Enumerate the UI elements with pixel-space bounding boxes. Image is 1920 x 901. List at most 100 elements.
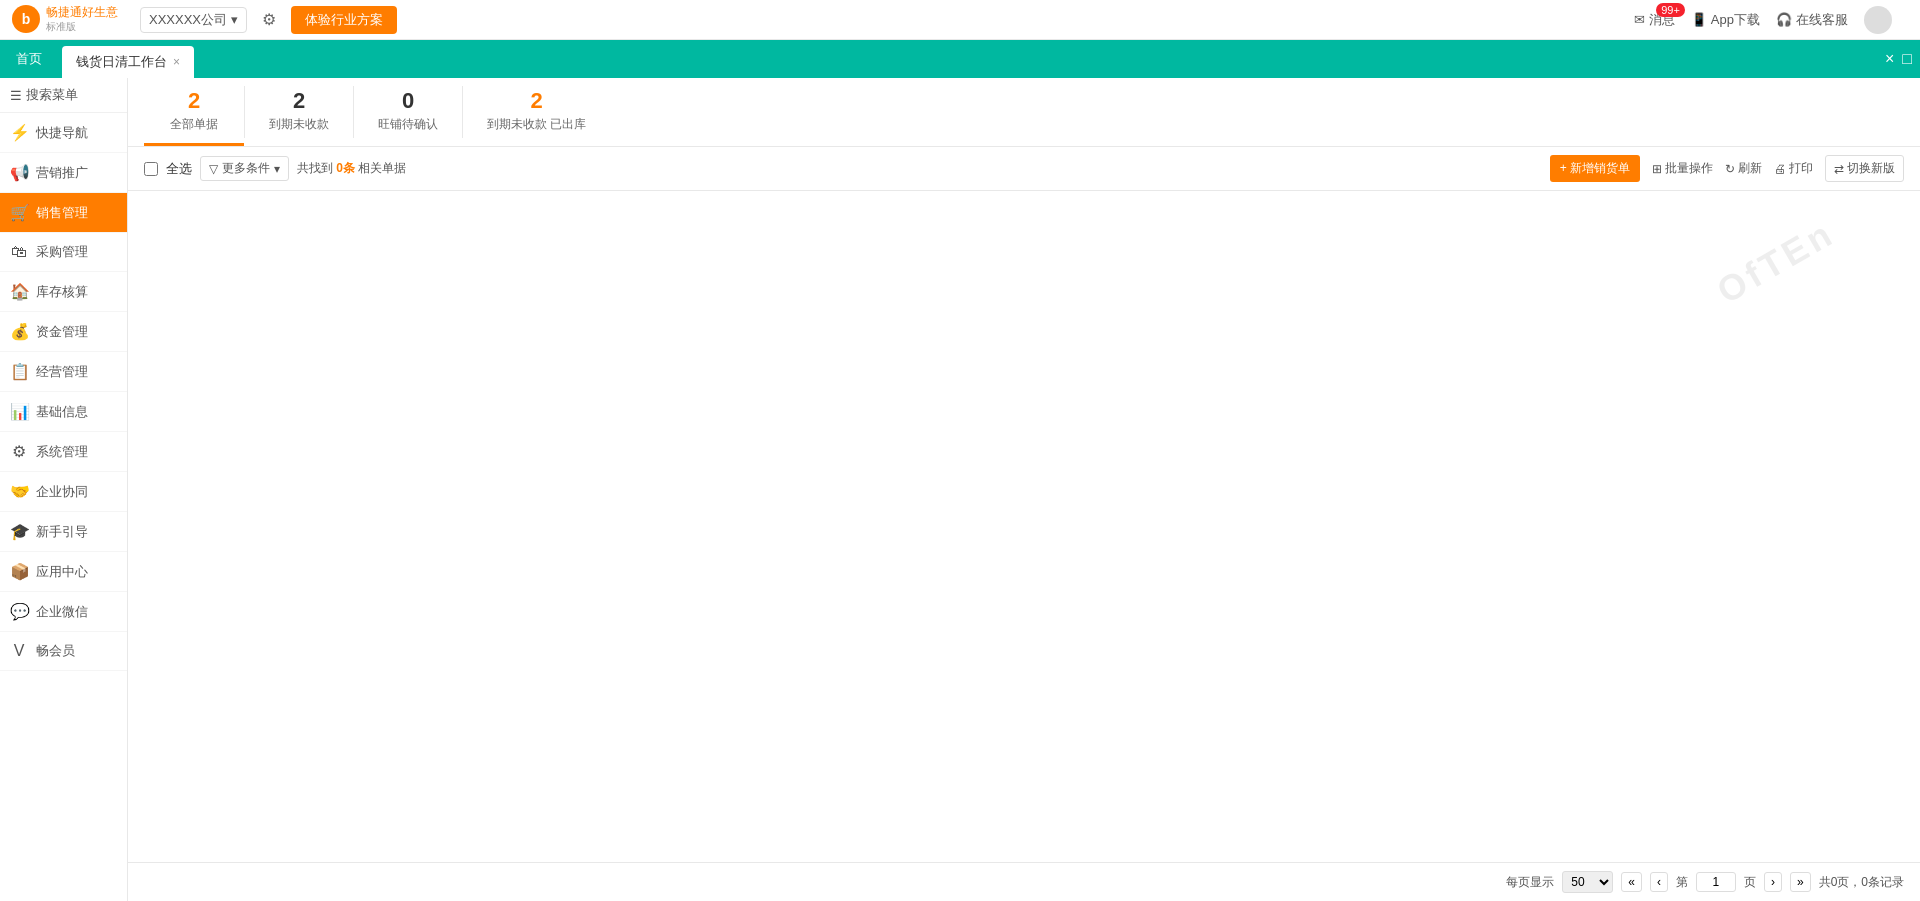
sales-label: 销售管理: [36, 204, 88, 222]
top-header: b 畅捷通好生意 标准版 XXXXXX公司 ▾ ⚙ 体验行业方案 ✉ 消息 99…: [0, 0, 1920, 40]
sidebar-item-purchase[interactable]: 🛍 采购管理: [0, 233, 127, 272]
sys-mgmt-icon: ⚙: [10, 442, 28, 461]
sidebar-item-sales[interactable]: 🛒 销售管理: [0, 193, 127, 233]
first-page-button[interactable]: «: [1621, 872, 1642, 892]
stat-label-overdue: 到期未收款: [269, 116, 329, 133]
tab-qianghuo[interactable]: 钱货日清工作台 ×: [62, 46, 194, 78]
sidebar-item-enterprise[interactable]: 🤝 企业协同: [0, 472, 127, 512]
service-icon: 🎧: [1776, 12, 1792, 27]
sidebar-item-wechat[interactable]: 💬 企业微信: [0, 592, 127, 632]
message-btn[interactable]: ✉ 消息 99+: [1634, 11, 1675, 29]
content-area: 2 全部单据 2 到期未收款 0 旺铺待确认 2 到期未收款 已出库 全选 ▽ …: [128, 78, 1920, 901]
marketing-icon: 📢: [10, 163, 28, 182]
wechat-icon: 💬: [10, 602, 28, 621]
batch-label: 批量操作: [1665, 160, 1713, 177]
sidebar-item-member[interactable]: V 畅会员: [0, 632, 127, 671]
finance-label: 资金管理: [36, 323, 88, 341]
window-close-btn[interactable]: ×: [1885, 50, 1894, 68]
sys-mgmt-label: 系统管理: [36, 443, 88, 461]
found-suffix: 相关单据: [358, 161, 406, 175]
avatar[interactable]: [1864, 6, 1892, 34]
sidebar-item-base-info[interactable]: 📊 基础信息: [0, 392, 127, 432]
company-name: XXXXXX公司: [149, 11, 227, 29]
operations-icon: 📋: [10, 362, 28, 381]
last-page-button[interactable]: »: [1790, 872, 1811, 892]
app-center-icon: 📦: [10, 562, 28, 581]
found-prefix: 共找到: [297, 161, 333, 175]
stat-tab-overdue[interactable]: 2 到期未收款: [245, 78, 353, 146]
current-page-input[interactable]: [1696, 872, 1736, 892]
switch-version-button[interactable]: ⇄ 切换新版: [1825, 155, 1904, 182]
refresh-icon: ↻: [1725, 162, 1735, 176]
app-icon: 📱: [1691, 12, 1707, 27]
app-center-label: 应用中心: [36, 563, 88, 581]
stat-label-pending: 旺铺待确认: [378, 116, 438, 133]
filter-label: 更多条件: [222, 160, 270, 177]
batch-operation-button[interactable]: ⊞ 批量操作: [1652, 160, 1713, 177]
purchase-label: 采购管理: [36, 243, 88, 261]
base-info-icon: 📊: [10, 402, 28, 421]
window-max-btn[interactable]: □: [1902, 50, 1912, 68]
batch-icon: ⊞: [1652, 162, 1662, 176]
total-records: 共0页，0条记录: [1819, 874, 1904, 891]
prev-page-button[interactable]: ‹: [1650, 872, 1668, 892]
base-info-label: 基础信息: [36, 403, 88, 421]
stat-tab-pending[interactable]: 0 旺铺待确认: [354, 78, 462, 146]
tab-close-icon[interactable]: ×: [173, 55, 180, 69]
header-right: ✉ 消息 99+ 📱 App下载 🎧 在线客服: [1634, 6, 1908, 34]
message-badge: 99+: [1656, 3, 1685, 17]
sidebar-item-finance[interactable]: 💰 资金管理: [0, 312, 127, 352]
sidebar-search[interactable]: ☰ 搜索菜单: [0, 78, 127, 113]
filter-icon: ▽: [209, 162, 218, 176]
print-icon: 🖨: [1774, 162, 1786, 176]
online-service-btn[interactable]: 🎧 在线客服: [1776, 11, 1848, 29]
app-download-btn[interactable]: 📱 App下载: [1691, 11, 1760, 29]
sidebar-item-app-center[interactable]: 📦 应用中心: [0, 552, 127, 592]
add-sales-order-button[interactable]: + 新增销货单: [1550, 155, 1640, 182]
stat-tab-all[interactable]: 2 全部单据: [144, 78, 244, 146]
sidebar: ☰ 搜索菜单 ⚡ 快捷导航 📢 营销推广 🛒 销售管理 🛍 采购管理 🏠 库存核…: [0, 78, 128, 901]
sidebar-item-operations[interactable]: 📋 经营管理: [0, 352, 127, 392]
stat-tab-overdue-shipped[interactable]: 2 到期未收款 已出库: [463, 78, 610, 146]
toolbar-right: + 新增销货单 ⊞ 批量操作 ↻ 刷新 🖨 打印 ⇄ 切换新版: [1550, 155, 1904, 182]
next-page-button[interactable]: ›: [1764, 872, 1782, 892]
main-layout: ☰ 搜索菜单 ⚡ 快捷导航 📢 营销推广 🛒 销售管理 🛍 采购管理 🏠 库存核…: [0, 78, 1920, 901]
page-label: 页: [1744, 874, 1756, 891]
member-label: 畅会员: [36, 642, 75, 660]
filter-chevron-icon: ▾: [274, 162, 280, 176]
operations-label: 经营管理: [36, 363, 88, 381]
toolbar-left: 全选 ▽ 更多条件 ▾ 共找到 0条 相关单据: [144, 156, 1538, 181]
settings-icon[interactable]: ⚙: [255, 6, 283, 34]
trial-button[interactable]: 体验行业方案: [291, 6, 397, 34]
tab-actions: × □: [1885, 50, 1920, 68]
stat-num-all: 2: [188, 88, 200, 114]
print-button[interactable]: 🖨 打印: [1774, 160, 1813, 177]
purchase-icon: 🛍: [10, 243, 28, 261]
stat-num-overdue-shipped: 2: [531, 88, 543, 114]
sidebar-item-quick-nav[interactable]: ⚡ 快捷导航: [0, 113, 127, 153]
company-selector[interactable]: XXXXXX公司 ▾: [140, 7, 247, 33]
pagination: 每页显示 50 100 200 « ‹ 第 页 › » 共0页，0条记录: [128, 862, 1920, 901]
select-all-label: 全选: [166, 160, 192, 178]
sidebar-item-sys-mgmt[interactable]: ⚙ 系统管理: [0, 432, 127, 472]
logo-area: b 畅捷通好生意 标准版: [12, 5, 140, 33]
tab-label: 钱货日清工作台: [76, 53, 167, 71]
quick-nav-icon: ⚡: [10, 123, 28, 142]
switch-label: 切换新版: [1847, 160, 1895, 177]
select-all-checkbox[interactable]: [144, 162, 158, 176]
toolbar: 全选 ▽ 更多条件 ▾ 共找到 0条 相关单据 + 新增销货单 ⊞ 批量操作 ↻: [128, 147, 1920, 191]
sidebar-item-guide[interactable]: 🎓 新手引导: [0, 512, 127, 552]
tab-home[interactable]: 首页: [0, 40, 58, 78]
watermark: OfTEn: [1710, 212, 1842, 312]
filter-button[interactable]: ▽ 更多条件 ▾: [200, 156, 289, 181]
refresh-button[interactable]: ↻ 刷新: [1725, 160, 1762, 177]
sales-icon: 🛒: [10, 203, 28, 222]
tab-bar: 首页 钱货日清工作台 × × □: [0, 40, 1920, 78]
per-page-select[interactable]: 50 100 200: [1562, 871, 1613, 893]
logo-icon: b: [12, 5, 40, 33]
finance-icon: 💰: [10, 322, 28, 341]
dropdown-arrow-icon: ▾: [231, 12, 238, 27]
sidebar-item-inventory[interactable]: 🏠 库存核算: [0, 272, 127, 312]
page-di-text: 第: [1676, 874, 1688, 891]
sidebar-item-marketing[interactable]: 📢 营销推广: [0, 153, 127, 193]
